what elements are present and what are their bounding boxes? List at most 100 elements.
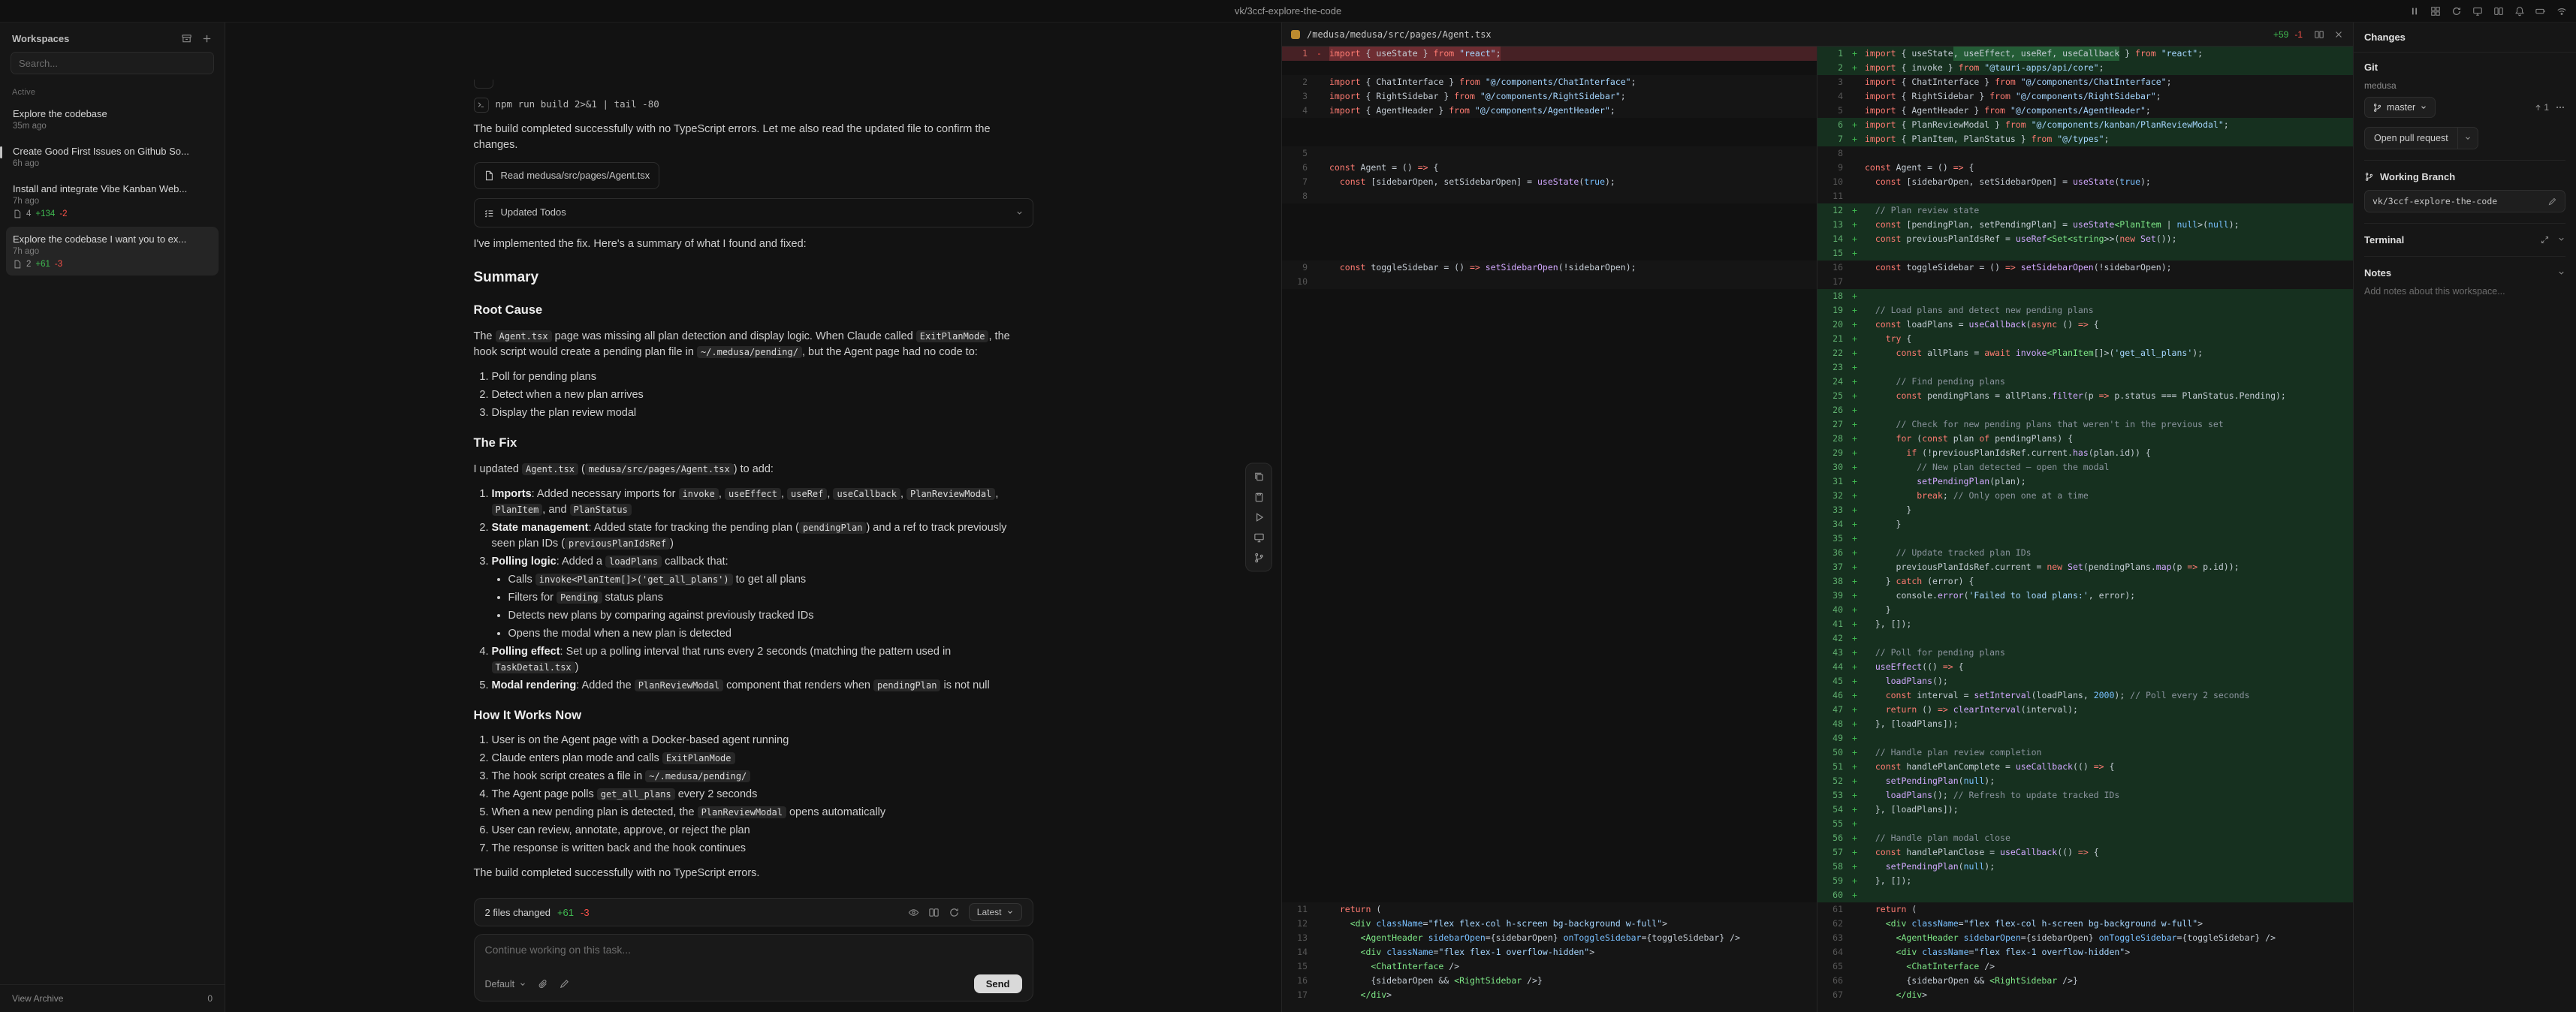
diff-line-filler [1282,831,1817,845]
list-item: Modal rendering: Added the PlanReviewMod… [492,678,1033,694]
view-archive-link[interactable]: View Archive [12,993,63,1004]
refresh-icon[interactable] [2451,6,2462,17]
attach-icon[interactable] [537,978,548,989]
file-read-chip[interactable]: Read medusa/src/pages/Agent.tsx [474,162,660,190]
more-options-icon[interactable] [2555,102,2565,113]
workspace-item[interactable]: Create Good First Issues on Github So...… [6,139,219,175]
pr-dropdown-icon[interactable] [2457,128,2478,149]
repo-name: medusa [2364,80,2565,91]
diff-line-filler [1282,318,1817,332]
pause-icon[interactable] [2409,6,2420,17]
diff-line-added: 45+ loadPlans(); [1817,674,2353,688]
battery-icon[interactable] [2535,6,2546,17]
copy-icon[interactable] [1253,471,1265,483]
version-dropdown[interactable]: Latest [969,903,1022,921]
diff-line-added: 36+ // Update tracked plan IDs [1817,546,2353,560]
workspace-item[interactable]: Explore the codebase I want you to ex...… [6,227,219,276]
expand-icon[interactable] [2540,235,2550,245]
edit-icon[interactable] [559,978,570,989]
diff-line-context: 4 import { RightSidebar } from "@/compon… [1817,89,2353,104]
sidebar-header: Workspaces [0,23,225,52]
list-item: Poll for pending plans [492,369,1033,385]
diff-line-filler [1282,403,1817,417]
diff-line-added: 12+ // Plan review state [1817,203,2353,218]
diff-line-filler [1282,218,1817,232]
eye-icon[interactable] [908,907,919,918]
workspaces-sidebar: Workspaces Active Explore the codebase35… [0,23,225,1012]
model-dropdown[interactable]: Default [485,979,527,989]
clipboard-icon[interactable] [1253,492,1265,503]
chevron-down-icon[interactable] [2557,269,2565,277]
diff-line-added: 55+ [1817,817,2353,831]
terminal-command-row[interactable]: npm run build 2>&1 | tail -80 [474,98,1033,113]
diff-line-added: 57+ const handlePlanClose = useCallback(… [1817,845,2353,860]
chat-panel: npm run build 2>&1 | tail -80The build c… [225,23,1281,1012]
close-icon[interactable] [2333,29,2344,40]
diff-line-context: 8 [1282,189,1817,203]
chevron-down-icon[interactable] [2557,235,2565,245]
diff-line-added: 50+ // Handle plan review completion [1817,745,2353,760]
todos-expander[interactable]: Updated Todos [474,198,1033,227]
working-branch-input[interactable] [2372,196,2541,206]
diff-line-added: 13+ const [pendingPlan, setPendingPlan] … [1817,218,2353,232]
split-view-icon[interactable] [928,907,940,918]
split-view-icon[interactable] [2314,29,2324,40]
new-workspace-icon[interactable] [201,33,213,44]
diff-line-context: 16 {sidebarOpen && <RightSidebar />} [1282,974,1817,988]
branch-selector[interactable]: master [2364,97,2436,118]
workspace-diff-badge: 2+61-3 [13,260,212,269]
diff-line-context: 61 return ( [1817,902,2353,917]
diff-line-filler [1282,303,1817,318]
workspace-item[interactable]: Explore the codebase35m ago [6,101,219,137]
preview-icon[interactable] [1253,532,1265,544]
edit-icon[interactable] [2547,197,2557,206]
bell-icon[interactable] [2514,6,2525,17]
split-view-icon[interactable] [2493,6,2504,17]
titlebar-icons [2409,0,2567,23]
run-icon[interactable] [1253,512,1265,523]
archive-icon[interactable] [181,33,192,44]
files-changed-bar[interactable]: 2 files changed +61 -3 Latest [474,898,1033,926]
diff-line-filler [1282,888,1817,902]
diff-line-context: 11 return ( [1282,902,1817,917]
open-pull-request-button[interactable]: Open pull request [2364,127,2478,149]
diff-body[interactable]: 1-import { useState } from "react"; 2 im… [1282,47,2353,1012]
refresh-icon[interactable] [949,907,960,918]
diff-line-filler [1282,874,1817,888]
branch-icon[interactable] [1253,553,1265,564]
diff-line-removed: 1-import { useState } from "react"; [1282,47,1817,61]
chat-scroll-area[interactable]: npm run build 2>&1 | tail -80The build c… [225,23,1281,890]
send-button[interactable]: Send [974,974,1022,993]
diff-line-added: 7+import { PlanItem, PlanStatus } from "… [1817,132,2353,146]
branch-icon [2364,172,2374,182]
divider [2364,256,2565,257]
diff-line-added: 21+ try { [1817,332,2353,346]
diff-line-added: 42+ [1817,631,2353,646]
grid-icon[interactable] [2430,6,2441,17]
workspace-timestamp: 7h ago [13,197,212,206]
diff-line-added: 39+ console.error('Failed to load plans:… [1817,589,2353,603]
workspace-title: Install and integrate Vibe Kanban Web... [13,183,212,194]
monitor-icon[interactable] [2472,6,2483,17]
assistant-paragraph: The Agent.tsx page was missing all plan … [474,329,1033,360]
diff-line-filler [1282,489,1817,503]
diff-line-context: 67 </div> [1817,988,2353,1002]
wifi-icon[interactable] [2556,6,2567,17]
notes-section-label: Notes [2364,267,2391,279]
search-input[interactable] [11,52,214,74]
list-item: The response is written back and the hoo… [492,841,1033,857]
branch-icon [2372,103,2382,113]
diff-line-added: 19+ // Load plans and detect new pending… [1817,303,2353,318]
notes-placeholder[interactable]: Add notes about this workspace... [2364,286,2565,297]
workspace-item[interactable]: Install and integrate Vibe Kanban Web...… [6,176,219,225]
changes-panel: Changes Git medusa master 1 [2353,23,2576,1012]
file-icon [13,209,22,218]
message-input[interactable] [485,944,1022,963]
diff-line-filler [1282,532,1817,546]
diff-line-context: 66 {sidebarOpen && <RightSidebar />} [1817,974,2353,988]
diff-line-filler [1282,774,1817,788]
diff-line-added: 14+ const previousPlanIdsRef = useRef<Se… [1817,232,2353,246]
diff-line-added: 33+ } [1817,503,2353,517]
list-item: Claude enters plan mode and calls ExitPl… [492,751,1033,767]
diff-line-context: 12 <div className="flex flex-col h-scree… [1282,917,1817,931]
